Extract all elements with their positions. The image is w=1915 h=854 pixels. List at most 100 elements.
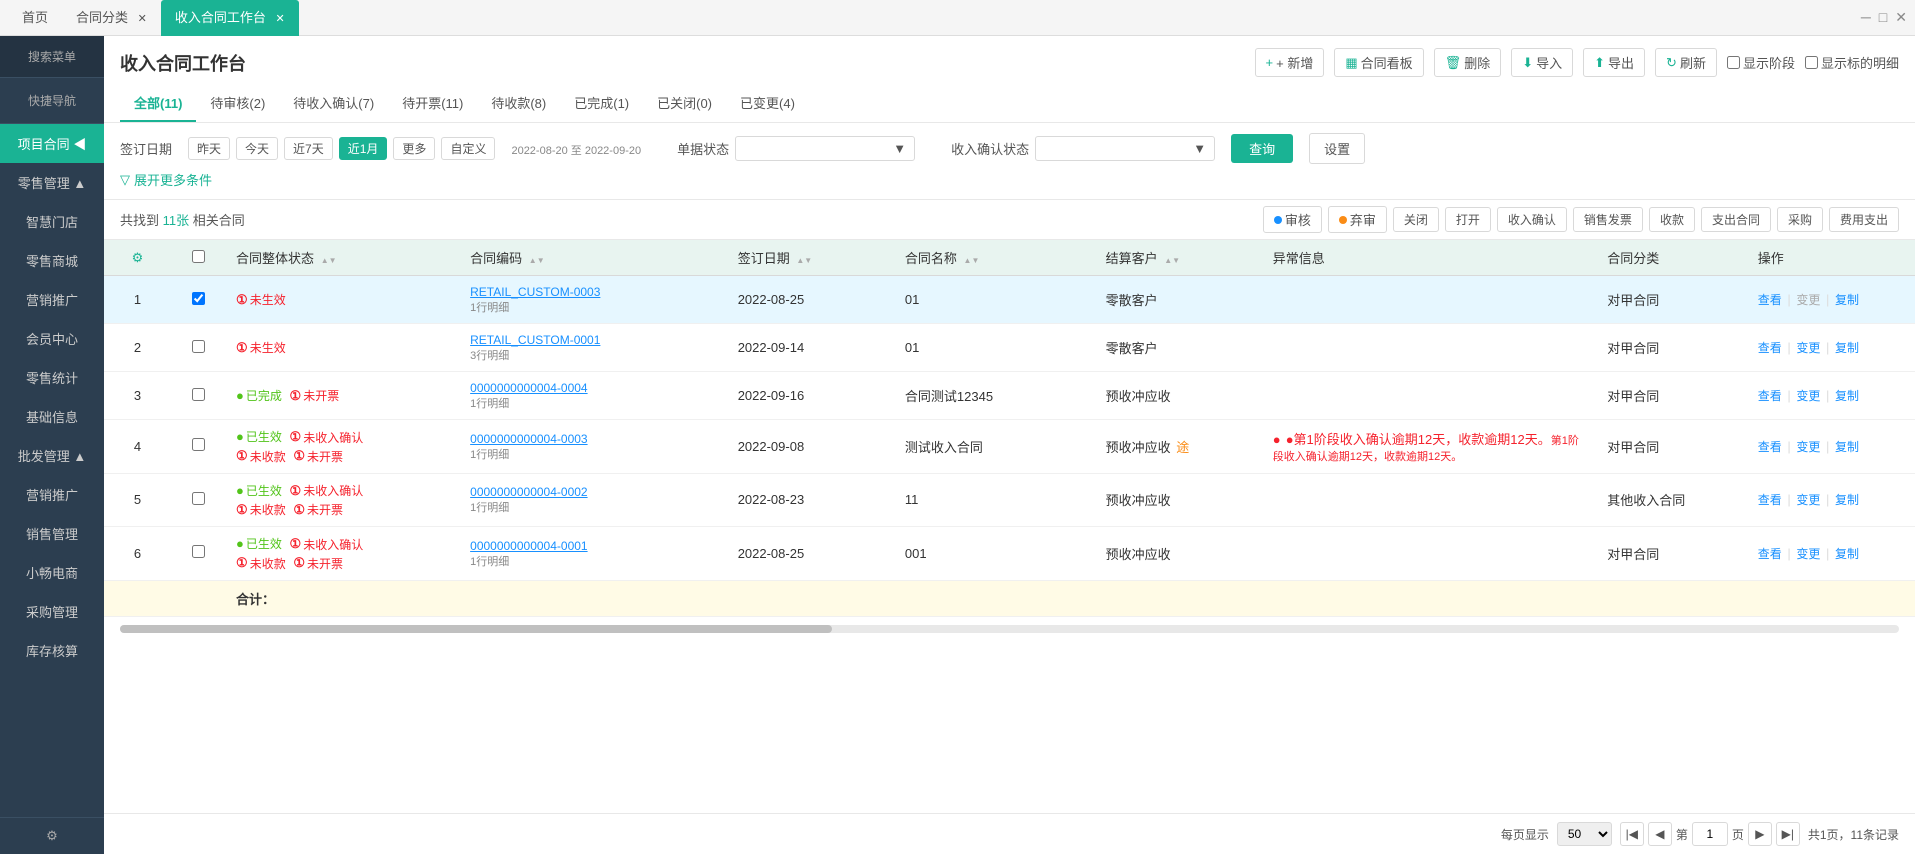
- set-button[interactable]: 设置: [1309, 133, 1365, 164]
- date-btn-month[interactable]: 近1月: [339, 137, 388, 160]
- sidebar-item-inventory[interactable]: 库存核算: [0, 631, 104, 670]
- purchase-button[interactable]: 采购: [1777, 207, 1823, 232]
- sidebar-item-member[interactable]: 会员中心: [0, 319, 104, 358]
- sidebar-quick-nav-title[interactable]: 快捷导航: [0, 86, 104, 115]
- next-page-btn[interactable]: ▶: [1748, 822, 1772, 846]
- sidebar-item-project[interactable]: 项目合同 ◀: [0, 124, 104, 163]
- sidebar-item-wholesale[interactable]: 批发管理 ▲: [0, 436, 104, 475]
- show-details-checkbox[interactable]: 显示标的明细: [1805, 53, 1899, 72]
- import-button[interactable]: ⬇ 导入: [1511, 48, 1573, 77]
- change-btn[interactable]: 变更: [1796, 547, 1820, 561]
- sidebar-item-marketing2[interactable]: 营销推广: [0, 475, 104, 514]
- sidebar-item-smart-store[interactable]: 智慧门店: [0, 202, 104, 241]
- col-gear[interactable]: ⚙: [104, 240, 171, 276]
- copy-btn[interactable]: 复制: [1835, 440, 1859, 454]
- page-input[interactable]: [1692, 822, 1728, 846]
- income-confirm-select[interactable]: ▼: [1035, 136, 1215, 161]
- copy-btn[interactable]: 复制: [1835, 389, 1859, 403]
- close-tab-contract-category[interactable]: ✕: [138, 13, 147, 25]
- sidebar-item-ecommerce[interactable]: 零售商城: [0, 241, 104, 280]
- out-contract-button[interactable]: 支出合同: [1701, 207, 1771, 232]
- sales-invoice-button[interactable]: 销售发票: [1573, 207, 1643, 232]
- expand-filter-button[interactable]: ▽ 展开更多条件: [120, 170, 1899, 189]
- contract-link[interactable]: 0000000000004-0002: [470, 485, 587, 499]
- contract-link[interactable]: 0000000000004-0003: [470, 432, 587, 446]
- tab-pending-review[interactable]: 待审核(2): [196, 85, 279, 122]
- row4-checkbox[interactable]: [171, 420, 226, 474]
- delete-button[interactable]: 🗑 删除: [1434, 48, 1502, 77]
- copy-btn[interactable]: 复制: [1835, 293, 1859, 307]
- sidebar-item-retail[interactable]: 零售管理 ▲: [0, 163, 104, 202]
- date-btn-today[interactable]: 今天: [236, 137, 278, 160]
- contract-link[interactable]: RETAIL_CUSTOM-0003: [470, 285, 600, 299]
- payment-button[interactable]: 收款: [1649, 207, 1695, 232]
- minimize-button[interactable]: ─: [1861, 9, 1871, 26]
- col-checkbox-header[interactable]: [171, 240, 226, 276]
- date-btn-yesterday[interactable]: 昨天: [188, 137, 230, 160]
- sidebar-settings[interactable]: ⚙: [0, 817, 104, 854]
- view-btn[interactable]: 查看: [1758, 389, 1782, 403]
- contract-link[interactable]: RETAIL_CUSTOM-0001: [470, 333, 600, 347]
- sidebar-item-purchase[interactable]: 采购管理: [0, 592, 104, 631]
- review-button[interactable]: 审核: [1263, 206, 1322, 233]
- contract-board-button[interactable]: ▦ 合同看板: [1334, 48, 1423, 77]
- maximize-button[interactable]: □: [1879, 9, 1887, 26]
- last-page-btn[interactable]: ▶|: [1776, 822, 1800, 846]
- change-btn[interactable]: 变更: [1796, 389, 1820, 403]
- close-tab-income-workbench[interactable]: ✕: [276, 13, 285, 25]
- prev-page-btn[interactable]: ◀: [1648, 822, 1672, 846]
- close-button[interactable]: ✕: [1895, 9, 1907, 26]
- tab-all[interactable]: 全部(11): [120, 85, 196, 122]
- tab-pending-invoice[interactable]: 待开票(11): [388, 85, 477, 122]
- close-action-button[interactable]: 关闭: [1393, 207, 1439, 232]
- gear-icon[interactable]: ⚙: [132, 250, 144, 265]
- row1-checkbox[interactable]: [171, 276, 226, 324]
- contract-link[interactable]: 0000000000004-0004: [470, 381, 587, 395]
- change-btn[interactable]: 变更: [1796, 341, 1820, 355]
- row2-checkbox[interactable]: [171, 324, 226, 372]
- scrollbar-thumb[interactable]: [120, 625, 832, 633]
- refresh-button[interactable]: ↻ 刷新: [1655, 48, 1717, 77]
- add-button[interactable]: + + 新增: [1255, 48, 1325, 77]
- row6-checkbox[interactable]: [171, 527, 226, 581]
- copy-btn[interactable]: 复制: [1835, 493, 1859, 507]
- row5-checkbox[interactable]: [171, 473, 226, 527]
- query-button[interactable]: 查询: [1231, 134, 1293, 163]
- tab-closed[interactable]: 已关闭(0): [643, 85, 726, 122]
- tab-pending-income-confirm[interactable]: 待收入确认(7): [279, 85, 388, 122]
- open-button[interactable]: 打开: [1445, 207, 1491, 232]
- copy-btn[interactable]: 复制: [1835, 547, 1859, 561]
- tab-income-workbench[interactable]: 收入合同工作台 ✕: [161, 0, 299, 36]
- copy-btn[interactable]: 复制: [1835, 341, 1859, 355]
- sidebar-item-sales[interactable]: 销售管理: [0, 514, 104, 553]
- view-btn[interactable]: 查看: [1758, 341, 1782, 355]
- sidebar-item-xiaowei[interactable]: 小畅电商: [0, 553, 104, 592]
- row3-checkbox[interactable]: [171, 372, 226, 420]
- sidebar-item-retail-stats[interactable]: 零售统计: [0, 358, 104, 397]
- date-btn-custom[interactable]: 自定义: [441, 137, 495, 160]
- doc-status-select[interactable]: ▼: [735, 136, 915, 161]
- date-btn-more[interactable]: 更多: [393, 137, 435, 160]
- abandon-button[interactable]: 弃审: [1328, 206, 1387, 233]
- date-btn-week[interactable]: 近7天: [284, 137, 333, 160]
- tab-contract-category[interactable]: 合同分类 ✕: [62, 0, 161, 36]
- view-btn[interactable]: 查看: [1758, 493, 1782, 507]
- tab-completed[interactable]: 已完成(1): [560, 85, 643, 122]
- sidebar-item-marketing[interactable]: 营销推广: [0, 280, 104, 319]
- export-button[interactable]: ⬆ 导出: [1583, 48, 1645, 77]
- select-all-checkbox[interactable]: [192, 250, 205, 263]
- horizontal-scrollbar[interactable]: [120, 625, 1899, 633]
- sidebar-item-basic-info[interactable]: 基础信息: [0, 397, 104, 436]
- view-btn[interactable]: 查看: [1758, 440, 1782, 454]
- contract-link[interactable]: 0000000000004-0001: [470, 539, 587, 553]
- tab-changed[interactable]: 已变更(4): [726, 85, 809, 122]
- tab-pending-payment[interactable]: 待收款(8): [477, 85, 560, 122]
- sidebar-search[interactable]: 搜索菜单: [0, 36, 104, 78]
- view-btn[interactable]: 查看: [1758, 547, 1782, 561]
- first-page-btn[interactable]: |◀: [1620, 822, 1644, 846]
- change-btn[interactable]: 变更: [1796, 293, 1820, 307]
- change-btn[interactable]: 变更: [1796, 493, 1820, 507]
- income-confirm-button[interactable]: 收入确认: [1497, 207, 1567, 232]
- page-size-select[interactable]: 50 10 20 100: [1557, 822, 1612, 846]
- change-btn[interactable]: 变更: [1796, 440, 1820, 454]
